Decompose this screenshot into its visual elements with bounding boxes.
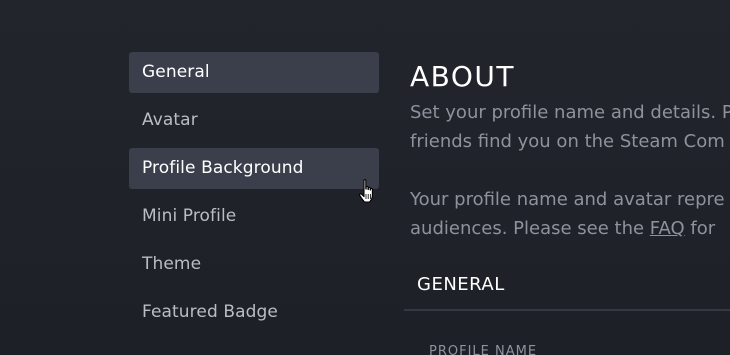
- sidebar-item-avatar[interactable]: Avatar: [129, 100, 379, 141]
- hand-pointer-icon: [359, 179, 373, 203]
- profile-name-label: PROFILE NAME: [429, 344, 538, 355]
- description-line: Your profile name and avatar repre: [410, 189, 725, 210]
- section-divider: [404, 309, 730, 311]
- description-line: audiences. Please see the FAQ for: [410, 214, 730, 243]
- sidebar-item-label: Avatar: [142, 110, 198, 130]
- section-header-general: GENERAL: [417, 274, 505, 295]
- sidebar-item-profile-background[interactable]: Profile Background: [129, 148, 379, 189]
- description-line: Set your profile name and details. P: [410, 102, 730, 123]
- sidebar-item-label: Mini Profile: [142, 206, 237, 226]
- description-line: friends find you on the Steam Com: [410, 131, 725, 152]
- profile-settings-page: General Avatar Profile Background Mini P…: [0, 0, 730, 355]
- sidebar-item-label: General: [142, 62, 210, 82]
- sidebar-item-label: Theme: [142, 254, 202, 274]
- sidebar-item-label: Profile Background: [142, 158, 304, 178]
- about-description: Set your profile name and details. P fri…: [410, 98, 730, 243]
- sidebar-item-theme[interactable]: Theme: [129, 244, 379, 285]
- main-content: ABOUT Set your profile name and details.…: [404, 52, 730, 355]
- sidebar-item-label: Featured Badge: [142, 302, 278, 322]
- faq-link[interactable]: FAQ: [650, 218, 685, 239]
- sidebar-item-mini-profile[interactable]: Mini Profile: [129, 196, 379, 237]
- sidebar-item-featured-badge[interactable]: Featured Badge: [129, 292, 379, 333]
- sidebar-item-general[interactable]: General: [129, 52, 379, 93]
- description-text: for: [684, 218, 716, 239]
- page-title: ABOUT: [410, 60, 516, 93]
- description-text: audiences. Please see the: [410, 218, 650, 239]
- settings-sidebar: General Avatar Profile Background Mini P…: [129, 52, 379, 340]
